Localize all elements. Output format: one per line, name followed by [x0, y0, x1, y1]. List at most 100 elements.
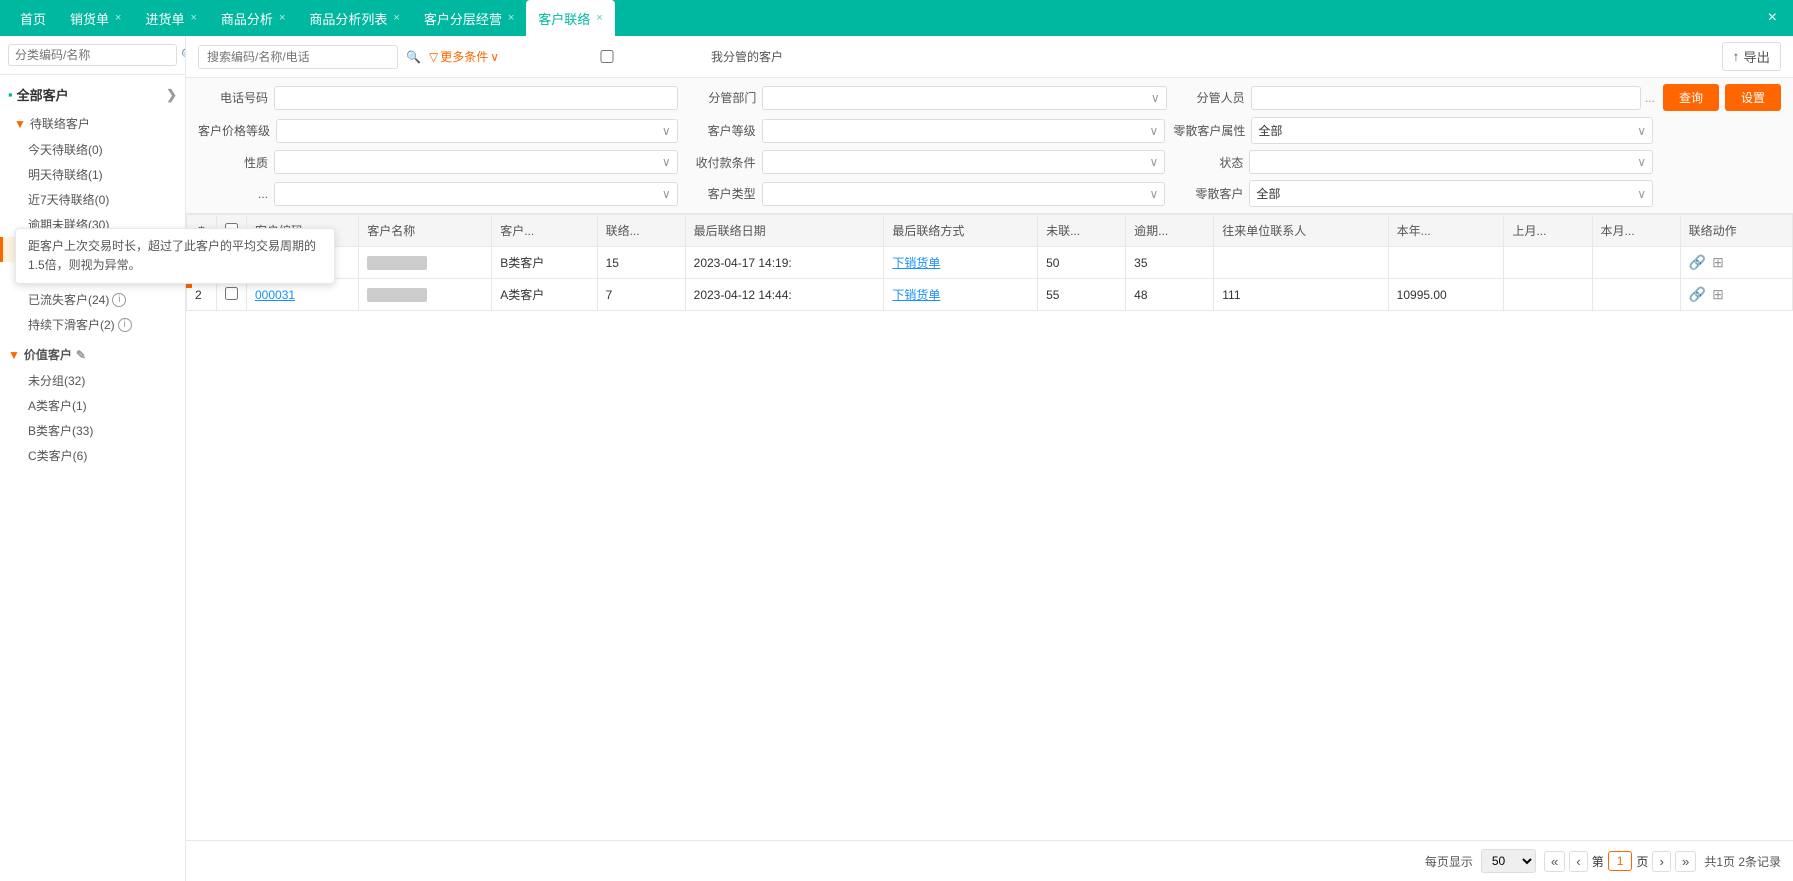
nav-purchase-order[interactable]: 进货单 × [133, 0, 208, 36]
page-unit: 页 [1636, 853, 1648, 870]
col-last-contact-date: 最后联络日期 [685, 215, 884, 247]
filter-price-grade-select[interactable]: ∨ [276, 119, 678, 143]
sidebar-item-class-c[interactable]: C类客户(6) [0, 443, 185, 468]
filter-nature: 性质 ∨ [198, 150, 678, 174]
filter-department: 分管部门 ∨ [686, 86, 1166, 110]
row2-this-month [1592, 279, 1680, 311]
nav-product-analysis[interactable]: 商品分析 × [209, 0, 297, 36]
nav-customer-contact[interactable]: 客户联络 × [526, 0, 614, 36]
value-group-header[interactable]: ▼ 价值客户 ✎ [0, 341, 185, 368]
row2-this-year: 10995.00 [1388, 279, 1504, 311]
churned-info-icon[interactable]: i [112, 293, 126, 307]
tooltip-box: 距客户上次交易时长，超过了此客户的平均交易周期的1.5倍，则视为异常。 [15, 228, 185, 284]
col-this-year: 本年... [1388, 215, 1504, 247]
sidebar-item-7days-pending[interactable]: 近7天待联络(0) [0, 187, 185, 212]
row1-grid-action-icon[interactable]: ⊞ [1712, 254, 1724, 271]
first-page-button[interactable]: « [1544, 851, 1565, 872]
value-group-edit-icon[interactable]: ✎ [76, 348, 86, 362]
search-input[interactable] [198, 45, 398, 69]
settings-button[interactable]: 设置 [1725, 84, 1781, 111]
row1-overdue: 35 [1126, 247, 1214, 279]
last-page-button[interactable]: » [1675, 851, 1696, 872]
sidebar-item-ungrouped[interactable]: 未分组(32) [0, 368, 185, 393]
nav-sales-order[interactable]: 销货单 × [58, 0, 133, 36]
nav-product-analysis-list[interactable]: 商品分析列表 × [297, 0, 411, 36]
row1-link-action-icon[interactable]: 🔗 [1689, 254, 1706, 271]
next-page-button[interactable]: › [1652, 851, 1670, 872]
retail-customer-arrow-icon: ∨ [1637, 187, 1646, 201]
customer-type-arrow-icon: ∨ [1150, 187, 1159, 201]
filter-phone-input[interactable] [274, 86, 678, 110]
filter-action-buttons: 查询 设置 [1663, 84, 1781, 111]
nav-customer-layered[interactable]: 客户分层经营 × [412, 0, 526, 36]
close-product-analysis-list-icon[interactable]: × [393, 12, 399, 24]
row2-last-month [1504, 279, 1592, 311]
sidebar-item-class-a[interactable]: A类客户(1) [0, 393, 185, 418]
window-close-button[interactable]: × [1760, 9, 1785, 27]
filter-bar: 🔍 ▽ 更多条件 ∨ 我分管的客户 ↑ 导出 [186, 36, 1793, 78]
filter-retail-attr-select[interactable]: 全部 ∨ [1251, 117, 1653, 144]
export-button[interactable]: ↑ 导出 [1722, 42, 1781, 71]
filter-manager-label: 分管人员 [1175, 89, 1245, 106]
close-customer-contact-icon[interactable]: × [596, 12, 602, 24]
row2-company-contact: 111 [1214, 279, 1388, 311]
close-purchase-order-icon[interactable]: × [190, 12, 196, 24]
pending-group-header[interactable]: ▼ 待联络客户 [0, 110, 185, 137]
prev-page-button[interactable]: ‹ [1569, 851, 1587, 872]
filter-status-select[interactable]: ∨ [1249, 150, 1653, 174]
row2-last-method[interactable]: 下销货单 [884, 279, 1038, 311]
sidebar-item-churned[interactable]: 已流失客户(24) i [0, 287, 185, 312]
filter-manager-input[interactable] [1251, 86, 1641, 110]
filter-nature-select[interactable]: ∨ [274, 150, 678, 174]
filter-extra: ... ∨ [198, 182, 678, 206]
row2-grid-action-icon[interactable]: ⊞ [1712, 286, 1724, 303]
row2-name [359, 279, 492, 311]
manager-more-icon[interactable]: ... [1645, 91, 1655, 105]
query-button[interactable]: 查询 [1663, 84, 1719, 111]
nav-home[interactable]: 首页 [8, 0, 58, 36]
advanced-filters: 电话号码 分管部门 ∨ 分管人员 ... 查询 设置 [186, 78, 1793, 214]
filter-customer-type-select[interactable]: ∨ [762, 182, 1166, 206]
filter-dept-select[interactable]: ∨ [762, 86, 1166, 110]
filter-dept-label: 分管部门 [686, 89, 756, 106]
filter-retail-customer-select[interactable]: 全部 ∨ [1249, 180, 1653, 207]
filter-retail-customer: 零散客户 全部 ∨ [1173, 180, 1653, 207]
row1-this-month [1592, 247, 1680, 279]
filter-customer-type: 客户类型 ∨ [686, 182, 1166, 206]
col-action: 联络动作 [1680, 215, 1792, 247]
sidebar-item-class-b[interactable]: B类客户(33) [0, 418, 185, 443]
all-customers-header[interactable]: ▪ 全部客户 ❯ [0, 79, 185, 110]
declining-info-icon[interactable]: i [118, 318, 132, 332]
collapse-icon[interactable]: ❯ [166, 87, 177, 103]
filter-extra-select[interactable]: ∨ [274, 182, 678, 206]
filter-price-grade: 客户价格等级 ∨ [198, 119, 678, 143]
filter-customer-grade-label: 客户等级 [686, 122, 756, 139]
row1-last-method[interactable]: 下销货单 [884, 247, 1038, 279]
sidebar-tree: ▪ 全部客户 ❯ ▼ 待联络客户 今天待联络(0) 明天待联络(1) 近7天待联… [0, 75, 185, 881]
filter-payment-label: 收付款条件 [686, 154, 756, 171]
sidebar-item-today-pending[interactable]: 今天待联络(0) [0, 137, 185, 162]
filter-retail-customer-label: 零散客户 [1173, 185, 1243, 202]
close-sales-order-icon[interactable]: × [115, 12, 121, 24]
retail-attr-arrow-icon: ∨ [1637, 124, 1646, 138]
row1-name [359, 247, 492, 279]
search-button[interactable]: 🔍 [406, 50, 421, 64]
filter-payment-select[interactable]: ∨ [762, 150, 1166, 174]
filter-retail-attr: 零散客户属性 全部 ∨ [1173, 117, 1653, 144]
close-product-analysis-icon[interactable]: × [279, 12, 285, 24]
per-page-select[interactable]: 50 100 200 [1481, 849, 1536, 873]
my-customers-checkbox[interactable] [507, 50, 707, 63]
pagination-nav: « ‹ 第 1 页 › » [1544, 851, 1696, 872]
more-conditions-button[interactable]: ▽ 更多条件 ∨ [429, 48, 499, 65]
sidebar-item-tomorrow-pending[interactable]: 明天待联络(1) [0, 162, 185, 187]
row2-select-checkbox[interactable] [225, 287, 238, 300]
col-last-month: 上月... [1504, 215, 1592, 247]
my-customers-checkbox-label[interactable]: 我分管的客户 [507, 48, 783, 65]
sidebar-search-input[interactable] [8, 44, 177, 66]
sidebar-item-declining[interactable]: 持续下滑客户(2) i [0, 312, 185, 337]
filter-customer-grade-select[interactable]: ∨ [762, 119, 1166, 143]
close-customer-layered-icon[interactable]: × [508, 12, 514, 24]
status-arrow-icon: ∨ [1637, 155, 1646, 169]
col-customer-type: 客户... [492, 215, 597, 247]
row2-link-action-icon[interactable]: 🔗 [1689, 286, 1706, 303]
